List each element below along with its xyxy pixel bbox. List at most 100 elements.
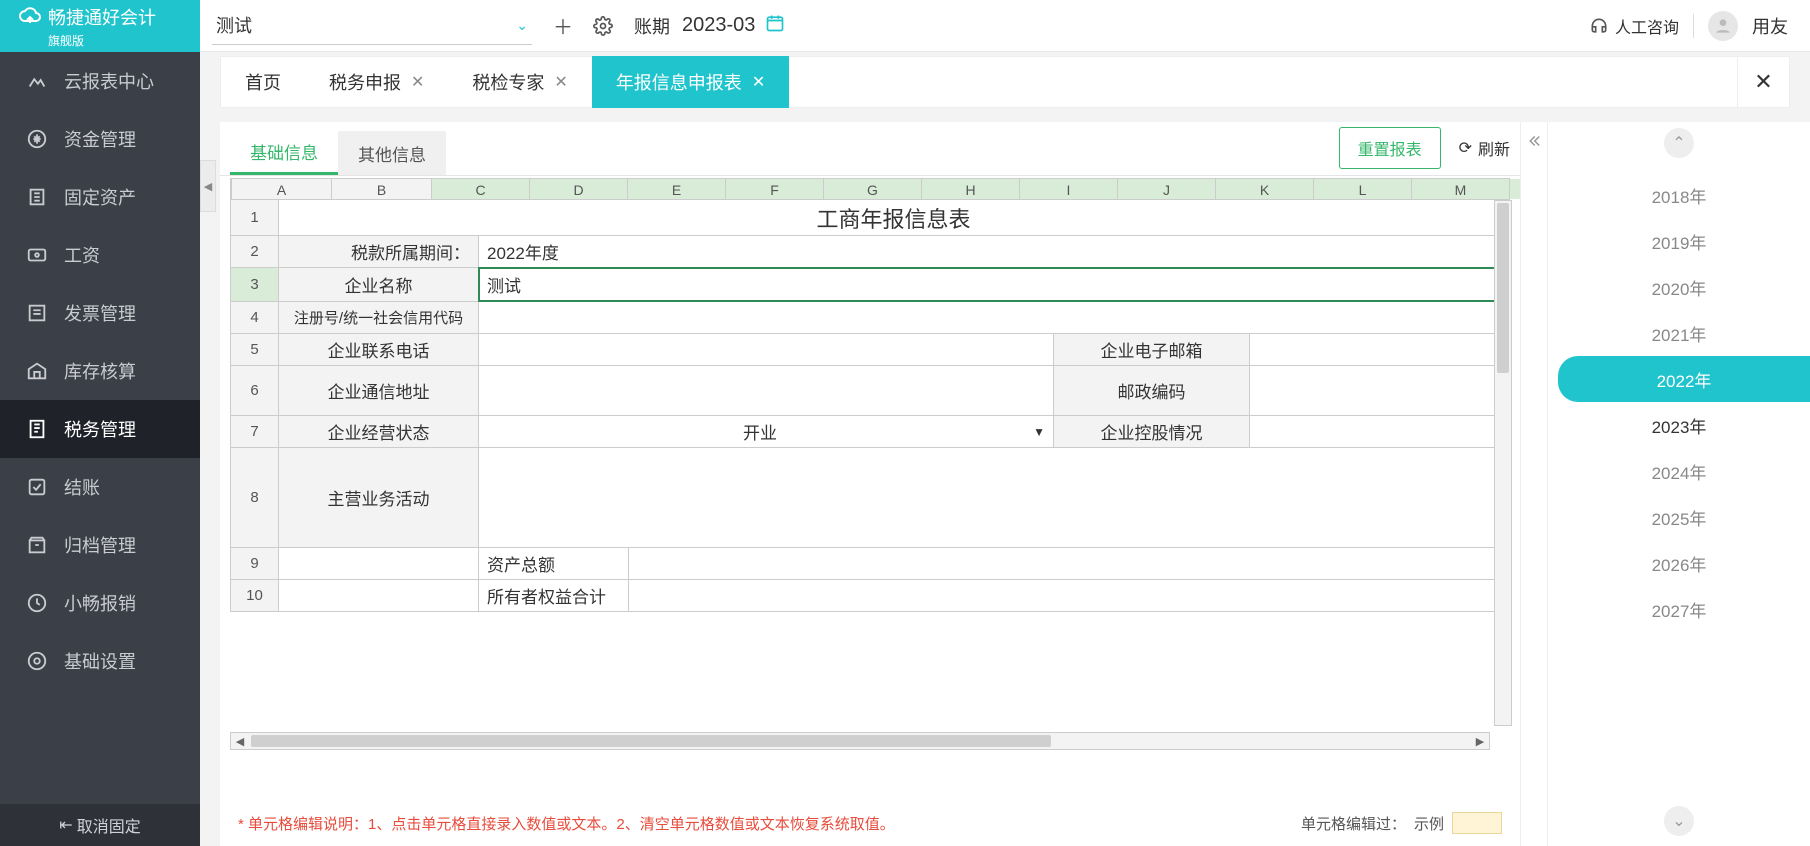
cell-label[interactable]: 企业通信地址 (279, 366, 479, 415)
sidebar-item-close[interactable]: 结账 (0, 458, 200, 516)
cell-label[interactable]: 主营业务活动 (279, 448, 479, 547)
scroll-right-icon[interactable]: ▶ (1471, 735, 1489, 748)
tab-home[interactable]: 首页 (221, 56, 305, 108)
cell-value[interactable] (479, 366, 1054, 415)
scroll-thumb[interactable] (251, 735, 1051, 747)
tab-tax-check[interactable]: 税检专家✕ (448, 56, 591, 108)
cell-value[interactable] (1250, 416, 1509, 447)
reset-button[interactable]: 重置报表 (1339, 127, 1441, 169)
col-header[interactable]: E (628, 179, 726, 199)
year-item[interactable]: 2024年 (1548, 448, 1810, 494)
col-header[interactable]: B (332, 179, 432, 199)
consult-link[interactable]: 人工咨询 (1589, 14, 1679, 38)
cell-value[interactable] (629, 580, 1509, 611)
scroll-left-icon[interactable]: ◀ (231, 735, 249, 748)
sidebar-item-invoice[interactable]: 发票管理 (0, 284, 200, 342)
year-item[interactable]: 2023年 (1548, 402, 1810, 448)
year-item[interactable]: 2027年 (1548, 586, 1810, 632)
row-header[interactable]: 10 (231, 580, 279, 611)
col-header[interactable]: J (1118, 179, 1216, 199)
cell-label[interactable] (279, 548, 479, 579)
close-icon[interactable]: ✕ (554, 72, 567, 92)
row-header[interactable]: 7 (231, 416, 279, 447)
cell-label[interactable]: 企业经营状态 (279, 416, 479, 447)
scroll-up-icon[interactable]: ⌃ (1664, 128, 1694, 158)
sidebar-item-inventory[interactable]: 库存核算 (0, 342, 200, 400)
sidebar-item-tax[interactable]: 税务管理 (0, 400, 200, 458)
sidebar-collapse-handle[interactable]: ◀ (200, 160, 216, 212)
cell-value[interactable] (479, 302, 1509, 333)
row-header[interactable]: 2 (231, 236, 279, 267)
col-header[interactable]: C (432, 179, 530, 199)
horizontal-scrollbar[interactable]: ◀ ▶ (230, 732, 1490, 750)
sidebar-item-salary[interactable]: 工资 (0, 226, 200, 284)
cell-value[interactable] (1250, 334, 1509, 365)
cell-label[interactable]: 企业联系电话 (279, 334, 479, 365)
subtab-basic[interactable]: 基础信息 (230, 131, 338, 175)
col-header[interactable]: H (922, 179, 1020, 199)
settings-icon[interactable] (592, 15, 614, 37)
cell-label[interactable]: 资产总额 (479, 548, 629, 579)
sidebar-item-report-center[interactable]: 云报表中心 (0, 52, 200, 110)
vertical-scrollbar[interactable] (1494, 200, 1512, 726)
year-item[interactable]: 2021年 (1548, 310, 1810, 356)
close-icon[interactable]: ✕ (752, 72, 765, 92)
cell-label[interactable]: 企业电子邮箱 (1054, 334, 1250, 365)
cell-value[interactable] (1250, 366, 1509, 415)
row-header[interactable]: 8 (231, 448, 279, 547)
sidebar-item-fixed-assets[interactable]: 固定资产 (0, 168, 200, 226)
cell-value[interactable] (479, 448, 1509, 547)
row-header[interactable]: 9 (231, 548, 279, 579)
col-header[interactable]: F (726, 179, 824, 199)
col-header[interactable]: K (1216, 179, 1314, 199)
close-icon[interactable]: ✕ (411, 72, 424, 92)
calendar-icon[interactable] (765, 13, 785, 39)
cell-value[interactable] (629, 548, 1509, 579)
cell-label[interactable]: 企业控股情况 (1054, 416, 1250, 447)
cell-label[interactable]: 所有者权益合计 (479, 580, 629, 611)
col-header[interactable]: M (1412, 179, 1510, 199)
col-header[interactable]: D (530, 179, 628, 199)
add-button[interactable]: ＋ (552, 15, 574, 37)
cell-dropdown[interactable]: 开业▼ (479, 416, 1054, 447)
sidebar-item-reimburse[interactable]: 小畅报销 (0, 574, 200, 632)
avatar[interactable] (1708, 11, 1738, 41)
col-header[interactable]: L (1314, 179, 1412, 199)
cell-label[interactable]: 邮政编码 (1054, 366, 1250, 415)
cell-label[interactable] (279, 580, 479, 611)
row-header[interactable]: 6 (231, 366, 279, 415)
row-header[interactable]: 3 (231, 268, 279, 301)
col-header[interactable]: A (232, 179, 332, 199)
row-header[interactable]: 1 (231, 200, 279, 235)
year-item[interactable]: 2022年 (1558, 356, 1810, 402)
rail-collapse[interactable] (1520, 122, 1548, 846)
cell-value[interactable]: 2022年度 (479, 236, 1509, 267)
tab-annual-report[interactable]: 年报信息申报表✕ (592, 56, 789, 108)
col-header[interactable]: I (1020, 179, 1118, 199)
sidebar-item-funds[interactable]: 资金管理 (0, 110, 200, 168)
company-selector[interactable]: 测试 ⌄ (212, 6, 532, 45)
tab-tax-declare[interactable]: 税务申报✕ (305, 56, 448, 108)
cell-label[interactable]: 税款所属期间： (279, 236, 479, 267)
year-item[interactable]: 2026年 (1548, 540, 1810, 586)
year-item[interactable]: 2025年 (1548, 494, 1810, 540)
row-header[interactable]: 5 (231, 334, 279, 365)
col-header[interactable]: G (824, 179, 922, 199)
cell-label[interactable]: 企业名称 (279, 268, 479, 301)
year-item[interactable]: 2020年 (1548, 264, 1810, 310)
cell-label[interactable]: 注册号/统一社会信用代码 (279, 302, 479, 333)
subtab-other[interactable]: 其他信息 (338, 131, 446, 175)
cell-value[interactable] (479, 334, 1054, 365)
username[interactable]: 用友 (1752, 13, 1788, 39)
sheet-title[interactable]: 工商年报信息表 (279, 200, 1509, 235)
close-all-tabs[interactable]: ✕ (1737, 57, 1789, 107)
scroll-thumb[interactable] (1497, 203, 1509, 373)
scroll-down-icon[interactable]: ⌄ (1664, 806, 1694, 836)
year-item[interactable]: 2018年 (1548, 172, 1810, 218)
year-item[interactable]: 2019年 (1548, 218, 1810, 264)
sidebar-item-settings[interactable]: 基础设置 (0, 632, 200, 690)
sidebar-item-archive[interactable]: 归档管理 (0, 516, 200, 574)
cell-company-name[interactable]: 测试 (479, 268, 1509, 301)
refresh-button[interactable]: ⟳ 刷新 (1459, 136, 1510, 160)
row-header[interactable]: 4 (231, 302, 279, 333)
